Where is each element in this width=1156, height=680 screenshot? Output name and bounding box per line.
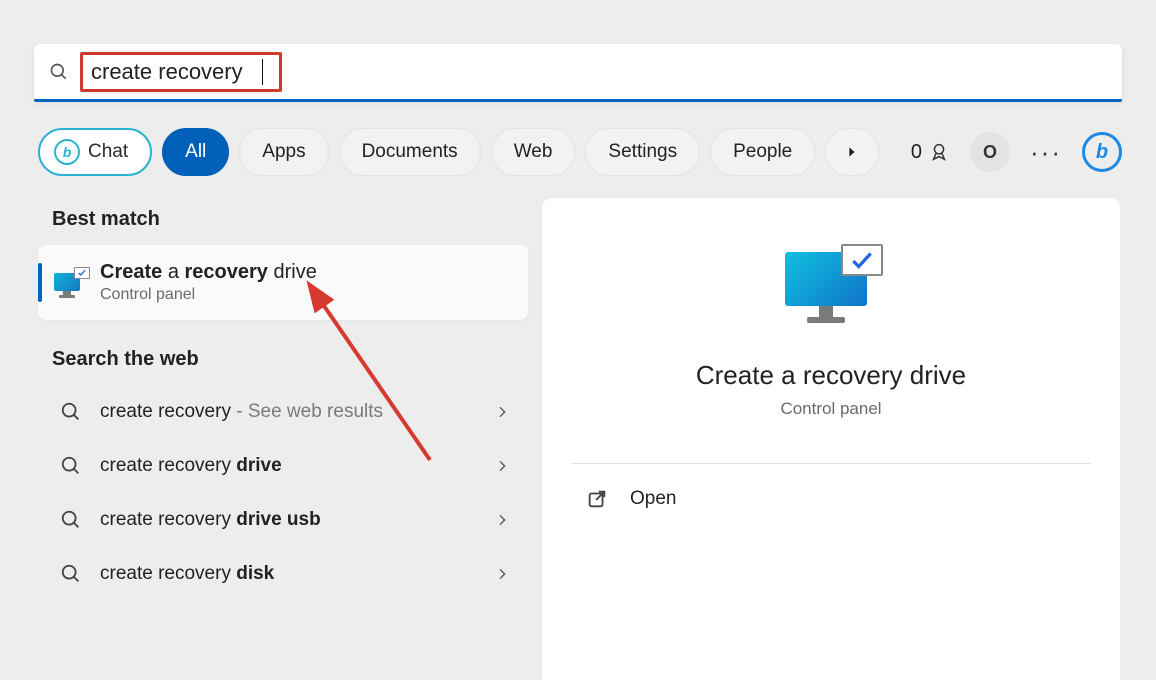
best-match-subtitle: Control panel — [100, 286, 317, 304]
chevron-right-icon — [494, 404, 510, 420]
search-underline — [34, 99, 1122, 102]
web-result-label: create recovery drive usb — [100, 509, 476, 531]
detail-panel: Create a recovery drive Control panel Op… — [542, 198, 1120, 680]
web-result-3[interactable]: create recovery disk — [38, 547, 528, 601]
bing-button[interactable]: b — [1082, 132, 1122, 172]
more-menu[interactable]: ··· — [1030, 137, 1062, 168]
recovery-drive-icon-large — [785, 244, 877, 330]
chat-pill[interactable]: b Chat — [38, 128, 152, 176]
detail-title: Create a recovery drive — [696, 360, 966, 391]
open-label: Open — [630, 488, 676, 510]
results-left-column: Best match Create a recovery drive Contr… — [38, 198, 528, 601]
user-avatar[interactable]: O — [970, 132, 1010, 172]
text-caret — [262, 59, 263, 85]
filter-more-chevron[interactable] — [825, 128, 879, 176]
chevron-right-icon — [844, 144, 860, 160]
filter-web[interactable]: Web — [491, 128, 576, 176]
detail-subtitle: Control panel — [780, 399, 881, 419]
chat-label: Chat — [88, 141, 128, 163]
bing-icon: b — [1096, 141, 1108, 164]
filters-row: b Chat All Apps Documents Web Settings P… — [38, 128, 1122, 176]
chevron-right-icon — [494, 512, 510, 528]
chevron-right-icon — [494, 458, 510, 474]
filter-documents[interactable]: Documents — [339, 128, 481, 176]
best-match-result[interactable]: Create a recovery drive Control panel — [38, 245, 528, 320]
search-icon — [48, 61, 70, 83]
best-match-heading: Best match — [52, 208, 528, 231]
search-web-heading: Search the web — [52, 348, 528, 371]
best-match-title: Create a recovery drive — [100, 261, 317, 284]
rewards-score[interactable]: 0 — [911, 141, 950, 164]
search-icon — [60, 563, 82, 585]
search-icon — [60, 401, 82, 423]
top-right-group: 0 O ··· b — [911, 132, 1122, 172]
search-input[interactable] — [91, 59, 261, 85]
bing-chat-icon: b — [54, 139, 80, 165]
web-result-0[interactable]: create recovery - See web results — [38, 385, 528, 439]
recovery-drive-icon — [52, 265, 88, 301]
web-result-label: create recovery drive — [100, 455, 476, 477]
open-action[interactable]: Open — [542, 464, 1120, 510]
web-result-label: create recovery - See web results — [100, 401, 476, 423]
search-highlight-box — [80, 52, 282, 92]
search-bar[interactable] — [34, 44, 1122, 100]
filter-all[interactable]: All — [162, 128, 229, 176]
web-result-label: create recovery disk — [100, 563, 476, 585]
web-result-2[interactable]: create recovery drive usb — [38, 493, 528, 547]
web-result-1[interactable]: create recovery drive — [38, 439, 528, 493]
search-icon — [60, 455, 82, 477]
filter-settings[interactable]: Settings — [585, 128, 700, 176]
medal-icon — [928, 141, 950, 163]
chevron-right-icon — [494, 566, 510, 582]
search-icon — [60, 509, 82, 531]
filter-people[interactable]: People — [710, 128, 815, 176]
open-external-icon — [586, 488, 608, 510]
web-results-list: create recovery - See web results create… — [38, 385, 528, 601]
filter-apps[interactable]: Apps — [239, 128, 328, 176]
